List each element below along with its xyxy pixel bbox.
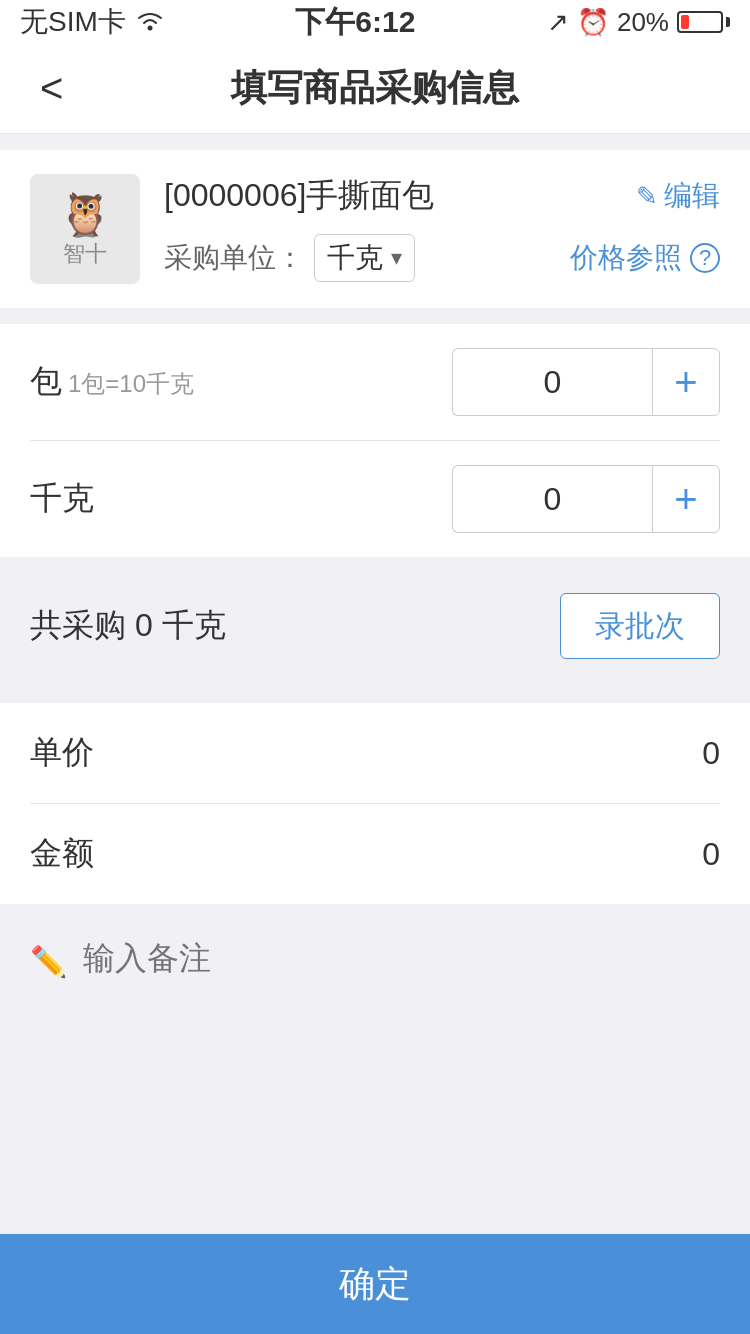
edit-icon: ✎ — [636, 181, 658, 212]
unit-label: 采购单位： — [164, 239, 304, 277]
kg-plus-button[interactable]: + — [652, 465, 720, 533]
product-card: 🦉 智十 [0000006]手撕面包 ✎ 编辑 采购单位： 千克 ▾ 价格参照 … — [0, 150, 750, 316]
section-divider-2 — [0, 557, 750, 565]
product-brand-text: 智十 — [63, 239, 107, 269]
edit-button[interactable]: ✎ 编辑 — [636, 177, 720, 215]
edit-label: 编辑 — [664, 177, 720, 215]
status-carrier: 无SIM卡 — [20, 3, 164, 41]
kg-label: 千克 — [30, 477, 150, 521]
unit-price-label: 单价 — [30, 731, 94, 775]
amount-row: 金额 0 — [0, 804, 750, 904]
section-divider-3 — [0, 687, 750, 695]
product-info: [0000006]手撕面包 ✎ 编辑 采购单位： 千克 ▾ 价格参照 ? — [164, 174, 720, 282]
wifi-icon — [136, 6, 164, 38]
alarm-icon: ⏰ — [577, 7, 609, 38]
summary-section: 共采购 0 千克 录批次 — [0, 565, 750, 687]
summary-label: 共采购 0 千克 — [30, 604, 226, 648]
page-title: 填写商品采购信息 — [231, 64, 519, 113]
kg-input-row: 千克 + — [0, 441, 750, 557]
back-button[interactable]: < — [30, 56, 73, 121]
bao-quantity-input[interactable] — [452, 348, 652, 416]
batch-button[interactable]: 录批次 — [560, 593, 720, 659]
battery-pct: 20% — [617, 7, 669, 38]
bao-label: 包1包=10千克 — [30, 360, 194, 404]
carrier-text: 无SIM卡 — [20, 3, 126, 41]
price-ref-button[interactable]: 价格参照 ? — [570, 239, 720, 277]
pencil-icon: ✏️ — [30, 944, 67, 979]
bao-input-wrap: + — [452, 348, 720, 416]
price-ref-label: 价格参照 — [570, 239, 682, 277]
kg-quantity-input[interactable] — [452, 465, 652, 533]
price-section: 单价 0 金额 0 — [0, 703, 750, 904]
status-bar: 无SIM卡 下午6:12 ↗ ⏰ 20% — [0, 0, 750, 44]
product-image: 🦉 智十 — [30, 174, 140, 284]
nav-bar: < 填写商品采购信息 — [0, 44, 750, 134]
unit-price-row: 单价 0 — [0, 703, 750, 803]
status-time: 下午6:12 — [295, 2, 415, 43]
section-divider-1 — [0, 316, 750, 324]
kg-input-wrap: + — [452, 465, 720, 533]
confirm-button[interactable]: 确定 — [0, 1234, 750, 1334]
product-name: [0000006]手撕面包 — [164, 174, 434, 218]
quantity-section: 包1包=10千克 + 千克 + — [0, 324, 750, 557]
unit-value: 千克 — [327, 239, 383, 277]
unit-price-value: 0 — [702, 735, 720, 772]
note-input[interactable] — [83, 940, 720, 977]
status-right: ↗ ⏰ 20% — [547, 7, 730, 38]
amount-value: 0 — [702, 836, 720, 873]
unit-select[interactable]: 千克 ▾ — [314, 234, 415, 282]
bao-sub-label: 1包=10千克 — [68, 370, 194, 397]
bao-plus-button[interactable]: + — [652, 348, 720, 416]
bao-input-row: 包1包=10千克 + — [0, 324, 750, 440]
location-icon: ↗ — [547, 7, 569, 38]
battery-indicator — [677, 11, 730, 33]
chevron-down-icon: ▾ — [391, 245, 402, 271]
product-owl-icon: 🦉 — [59, 190, 111, 239]
svg-point-0 — [147, 26, 152, 31]
amount-label: 金额 — [30, 832, 94, 876]
help-icon: ? — [690, 243, 720, 273]
